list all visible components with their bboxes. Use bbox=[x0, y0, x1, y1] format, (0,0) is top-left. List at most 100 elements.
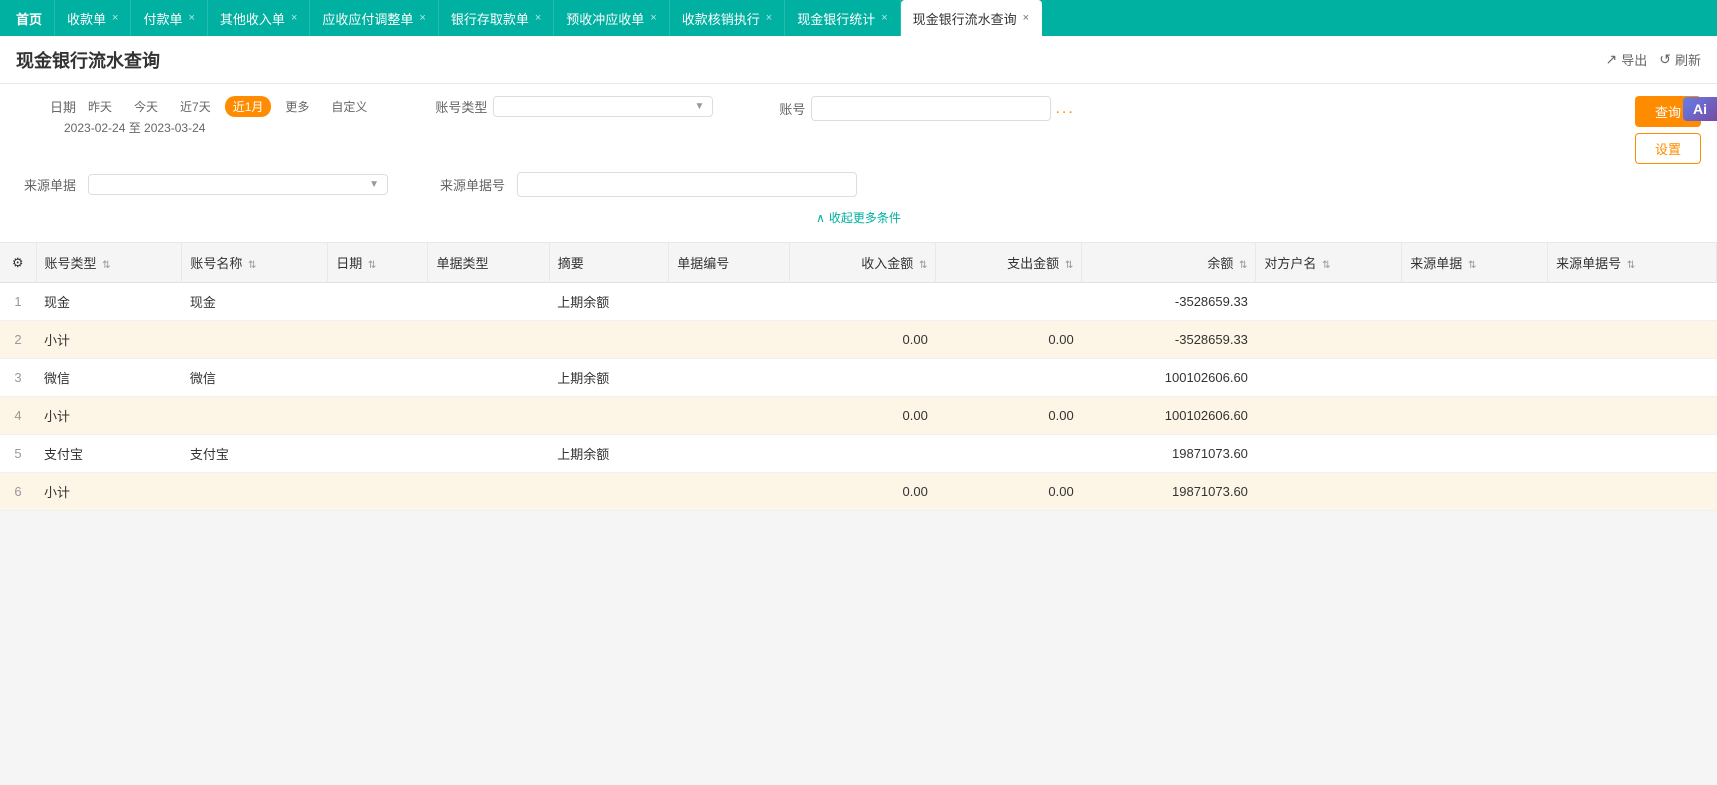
close-icon[interactable]: × bbox=[1023, 12, 1029, 24]
account-dots-button[interactable]: ... bbox=[1055, 100, 1074, 118]
date-range-display: 2023-02-24 至 2023-03-24 bbox=[64, 121, 205, 135]
account-type-label: 账号类型 bbox=[427, 97, 487, 116]
table-header-row: ⚙ 账号类型 ⇅ 账号名称 ⇅ 日期 ⇅ 单据类型 摘要 bbox=[0, 243, 1717, 283]
col-income[interactable]: 收入金额 ⇅ bbox=[790, 243, 936, 283]
nav-tab-shoudan[interactable]: 收款单 × bbox=[55, 0, 131, 36]
nav-tab-fukuan[interactable]: 付款单 × bbox=[131, 0, 207, 36]
sort-icon: ⇅ bbox=[1627, 260, 1635, 271]
doc-num-cell bbox=[669, 435, 790, 473]
source-doc-num-input[interactable] bbox=[517, 172, 857, 197]
doc-type-cell bbox=[428, 473, 549, 511]
col-source-doc[interactable]: 来源单据 ⇅ bbox=[1402, 243, 1548, 283]
table-row: 1 现金 现金 上期余额 -3528659.33 bbox=[0, 283, 1717, 321]
source-doc-label: 来源单据 bbox=[16, 175, 76, 194]
source-doc-cell bbox=[1402, 359, 1548, 397]
income-cell: 0.00 bbox=[790, 397, 936, 435]
date-opt-today[interactable]: 今天 bbox=[126, 96, 166, 117]
nav-tab-yushou[interactable]: 预收冲应收单 × bbox=[554, 0, 669, 36]
date-cell bbox=[328, 435, 428, 473]
balance-cell: 100102606.60 bbox=[1082, 397, 1256, 435]
close-icon[interactable]: × bbox=[291, 12, 297, 24]
data-table: ⚙ 账号类型 ⇅ 账号名称 ⇅ 日期 ⇅ 单据类型 摘要 bbox=[0, 243, 1717, 511]
acct-type-cell: 现金 bbox=[36, 283, 182, 321]
date-opt-7days[interactable]: 近7天 bbox=[172, 96, 219, 117]
date-opt-yesterday[interactable]: 昨天 bbox=[80, 96, 120, 117]
export-button[interactable]: ↗ 导出 bbox=[1606, 50, 1648, 69]
close-icon[interactable]: × bbox=[188, 12, 194, 24]
acct-name-cell: 现金 bbox=[182, 283, 328, 321]
refresh-icon: ↺ bbox=[1659, 51, 1671, 68]
sort-icon: ⇅ bbox=[102, 260, 110, 271]
nav-tab-hexiao[interactable]: 收款核销执行 × bbox=[670, 0, 785, 36]
acct-type-cell: 小计 bbox=[36, 473, 182, 511]
collapse-up-icon: ∧ bbox=[816, 211, 825, 225]
doc-type-cell bbox=[428, 359, 549, 397]
counterpart-cell bbox=[1256, 359, 1402, 397]
sort-icon: ⇅ bbox=[1468, 260, 1476, 271]
col-balance[interactable]: 余额 ⇅ bbox=[1082, 243, 1256, 283]
col-date[interactable]: 日期 ⇅ bbox=[328, 243, 428, 283]
balance-cell: 19871073.60 bbox=[1082, 435, 1256, 473]
date-opt-custom[interactable]: 自定义 bbox=[323, 96, 375, 117]
date-cell bbox=[328, 473, 428, 511]
doc-num-cell bbox=[669, 283, 790, 321]
expense-cell: 0.00 bbox=[936, 397, 1082, 435]
nav-tab-yinhang[interactable]: 银行存取款单 × bbox=[439, 0, 554, 36]
source-doc-select[interactable]: ▼ bbox=[88, 174, 388, 195]
nav-tab-liushui[interactable]: 现金银行流水查询 × bbox=[901, 0, 1042, 36]
close-icon[interactable]: × bbox=[112, 12, 118, 24]
page-header: 现金银行流水查询 ↗ 导出 ↺ 刷新 bbox=[0, 36, 1717, 84]
col-counterpart[interactable]: 对方户名 ⇅ bbox=[1256, 243, 1402, 283]
acct-type-cell: 微信 bbox=[36, 359, 182, 397]
nav-tab-tiaozheng[interactable]: 应收应付调整单 × bbox=[310, 0, 438, 36]
col-expense[interactable]: 支出金额 ⇅ bbox=[936, 243, 1082, 283]
acct-name-cell bbox=[182, 473, 328, 511]
balance-cell: 100102606.60 bbox=[1082, 359, 1256, 397]
col-doc-num[interactable]: 单据编号 bbox=[669, 243, 790, 283]
sort-icon: ⇅ bbox=[248, 260, 256, 271]
row-number: 1 bbox=[0, 283, 36, 321]
col-acct-type[interactable]: 账号类型 ⇅ bbox=[36, 243, 182, 283]
table-row: 3 微信 微信 上期余额 100102606.60 bbox=[0, 359, 1717, 397]
sort-icon: ⇅ bbox=[1065, 260, 1073, 271]
date-opt-more[interactable]: 更多 bbox=[277, 96, 317, 117]
settings-button[interactable]: 设置 bbox=[1635, 133, 1701, 164]
row-number: 5 bbox=[0, 435, 36, 473]
close-icon[interactable]: × bbox=[419, 12, 425, 24]
refresh-button[interactable]: ↺ 刷新 bbox=[1659, 50, 1701, 69]
nav-home[interactable]: 首页 bbox=[4, 0, 55, 36]
col-summary[interactable]: 摘要 bbox=[549, 243, 669, 283]
col-settings[interactable]: ⚙ bbox=[0, 243, 36, 283]
ai-badge[interactable]: Ai bbox=[1683, 97, 1717, 121]
account-input[interactable] bbox=[811, 96, 1051, 121]
date-opt-1month[interactable]: 近1月 bbox=[225, 96, 272, 117]
date-cell bbox=[328, 397, 428, 435]
col-acct-name[interactable]: 账号名称 ⇅ bbox=[182, 243, 328, 283]
summary-cell: 上期余额 bbox=[549, 435, 669, 473]
page-title: 现金银行流水查询 bbox=[16, 47, 160, 73]
summary-cell bbox=[549, 321, 669, 359]
balance-cell: 19871073.60 bbox=[1082, 473, 1256, 511]
doc-type-cell bbox=[428, 435, 549, 473]
close-icon[interactable]: × bbox=[766, 12, 772, 24]
source-doc-cell bbox=[1402, 283, 1548, 321]
col-doc-type[interactable]: 单据类型 bbox=[428, 243, 549, 283]
close-icon[interactable]: × bbox=[535, 12, 541, 24]
col-source-doc-num[interactable]: 来源单据号 ⇅ bbox=[1548, 243, 1717, 283]
table-row: 6 小计 0.00 0.00 19871073.60 bbox=[0, 473, 1717, 511]
gear-icon: ⚙ bbox=[12, 255, 24, 270]
nav-tab-tongji[interactable]: 现金银行统计 × bbox=[785, 0, 900, 36]
sort-icon: ⇅ bbox=[1322, 260, 1330, 271]
export-icon: ↗ bbox=[1606, 51, 1618, 68]
row-number: 6 bbox=[0, 473, 36, 511]
doc-type-cell bbox=[428, 321, 549, 359]
collapse-bar[interactable]: ∧ 收起更多条件 bbox=[16, 205, 1701, 230]
close-icon[interactable]: × bbox=[881, 12, 887, 24]
nav-tab-qita[interactable]: 其他收入单 × bbox=[208, 0, 310, 36]
account-type-select[interactable]: ▼ bbox=[493, 96, 713, 117]
source-doc-num-cell bbox=[1548, 321, 1717, 359]
close-icon[interactable]: × bbox=[650, 12, 656, 24]
balance-cell: -3528659.33 bbox=[1082, 283, 1256, 321]
summary-cell bbox=[549, 397, 669, 435]
counterpart-cell bbox=[1256, 283, 1402, 321]
